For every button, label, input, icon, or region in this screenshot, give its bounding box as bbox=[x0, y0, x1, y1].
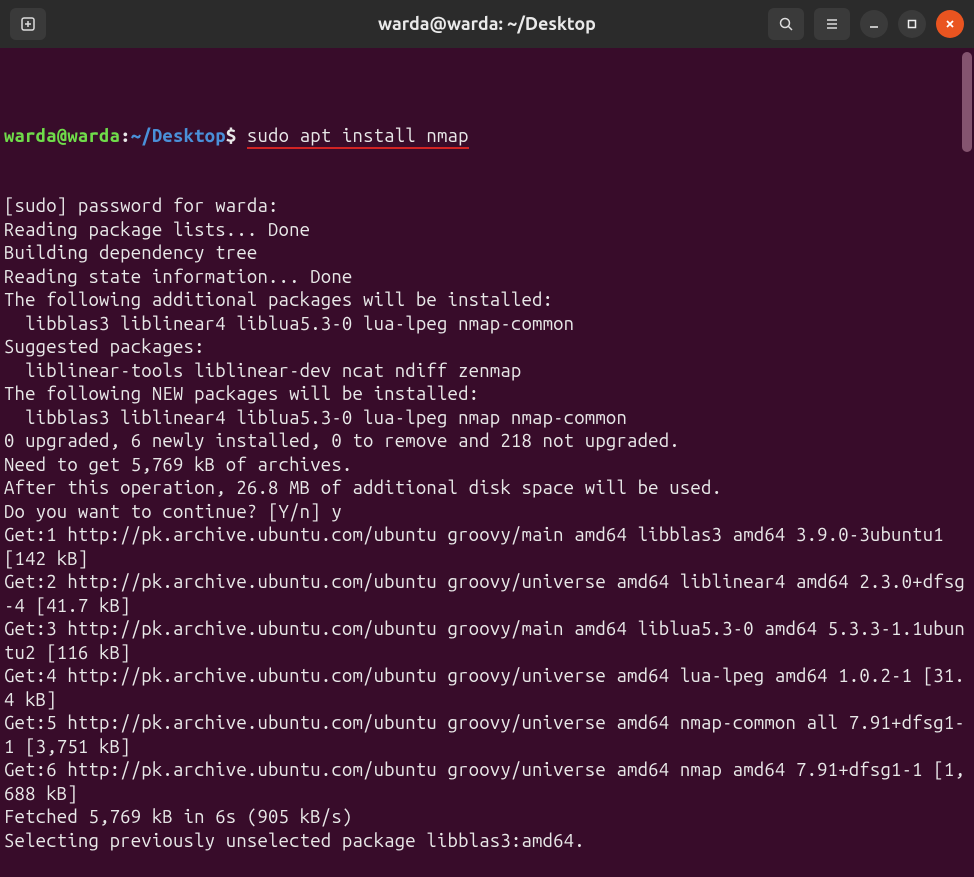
prompt-userhost: warda@warda bbox=[4, 126, 120, 146]
terminal-output: [sudo] password for warda:Reading packag… bbox=[4, 195, 970, 853]
output-line: The following NEW packages will be insta… bbox=[4, 383, 970, 407]
output-line: libblas3 liblinear4 liblua5.3-0 lua-lpeg… bbox=[4, 407, 970, 431]
output-line: After this operation, 26.8 MB of additio… bbox=[4, 477, 970, 501]
output-line: Suggested packages: bbox=[4, 336, 970, 360]
output-line: Reading package lists... Done bbox=[4, 219, 970, 243]
prompt-symbol: $ bbox=[226, 126, 237, 146]
titlebar: warda@warda: ~/Desktop bbox=[0, 0, 974, 48]
close-button[interactable] bbox=[936, 10, 964, 38]
output-line: Get:5 http://pk.archive.ubuntu.com/ubunt… bbox=[4, 712, 970, 759]
output-line: Fetched 5,769 kB in 6s (905 kB/s) bbox=[4, 806, 970, 830]
new-tab-button[interactable] bbox=[10, 8, 46, 40]
scrollbar-thumb[interactable] bbox=[962, 52, 972, 152]
minimize-button[interactable] bbox=[860, 10, 888, 38]
maximize-button[interactable] bbox=[898, 10, 926, 38]
output-line: liblinear-tools liblinear-dev ncat ndiff… bbox=[4, 360, 970, 384]
output-line: Get:1 http://pk.archive.ubuntu.com/ubunt… bbox=[4, 524, 970, 571]
prompt-line: warda@warda:~/Desktop$ sudo apt install … bbox=[4, 125, 970, 149]
menu-button[interactable] bbox=[814, 8, 850, 40]
output-line: The following additional packages will b… bbox=[4, 289, 970, 313]
output-line: libblas3 liblinear4 liblua5.3-0 lua-lpeg… bbox=[4, 313, 970, 337]
output-line: Get:2 http://pk.archive.ubuntu.com/ubunt… bbox=[4, 571, 970, 618]
search-button[interactable] bbox=[768, 8, 804, 40]
prompt-command: sudo apt install nmap bbox=[247, 126, 469, 149]
output-line: Reading state information... Done bbox=[4, 266, 970, 290]
output-line: Need to get 5,769 kB of archives. bbox=[4, 454, 970, 478]
terminal-area[interactable]: warda@warda:~/Desktop$ sudo apt install … bbox=[0, 48, 974, 768]
prompt-sep: : bbox=[120, 126, 131, 146]
output-line: Do you want to continue? [Y/n] y bbox=[4, 501, 970, 525]
prompt-path: ~/Desktop bbox=[131, 126, 226, 146]
output-line: Get:3 http://pk.archive.ubuntu.com/ubunt… bbox=[4, 618, 970, 665]
output-line: Selecting previously unselected package … bbox=[4, 830, 970, 854]
output-line: Get:6 http://pk.archive.ubuntu.com/ubunt… bbox=[4, 759, 970, 806]
output-line: 0 upgraded, 6 newly installed, 0 to remo… bbox=[4, 430, 970, 454]
output-line: Building dependency tree bbox=[4, 242, 970, 266]
output-line: [sudo] password for warda: bbox=[4, 195, 970, 219]
output-line: Get:4 http://pk.archive.ubuntu.com/ubunt… bbox=[4, 665, 970, 712]
